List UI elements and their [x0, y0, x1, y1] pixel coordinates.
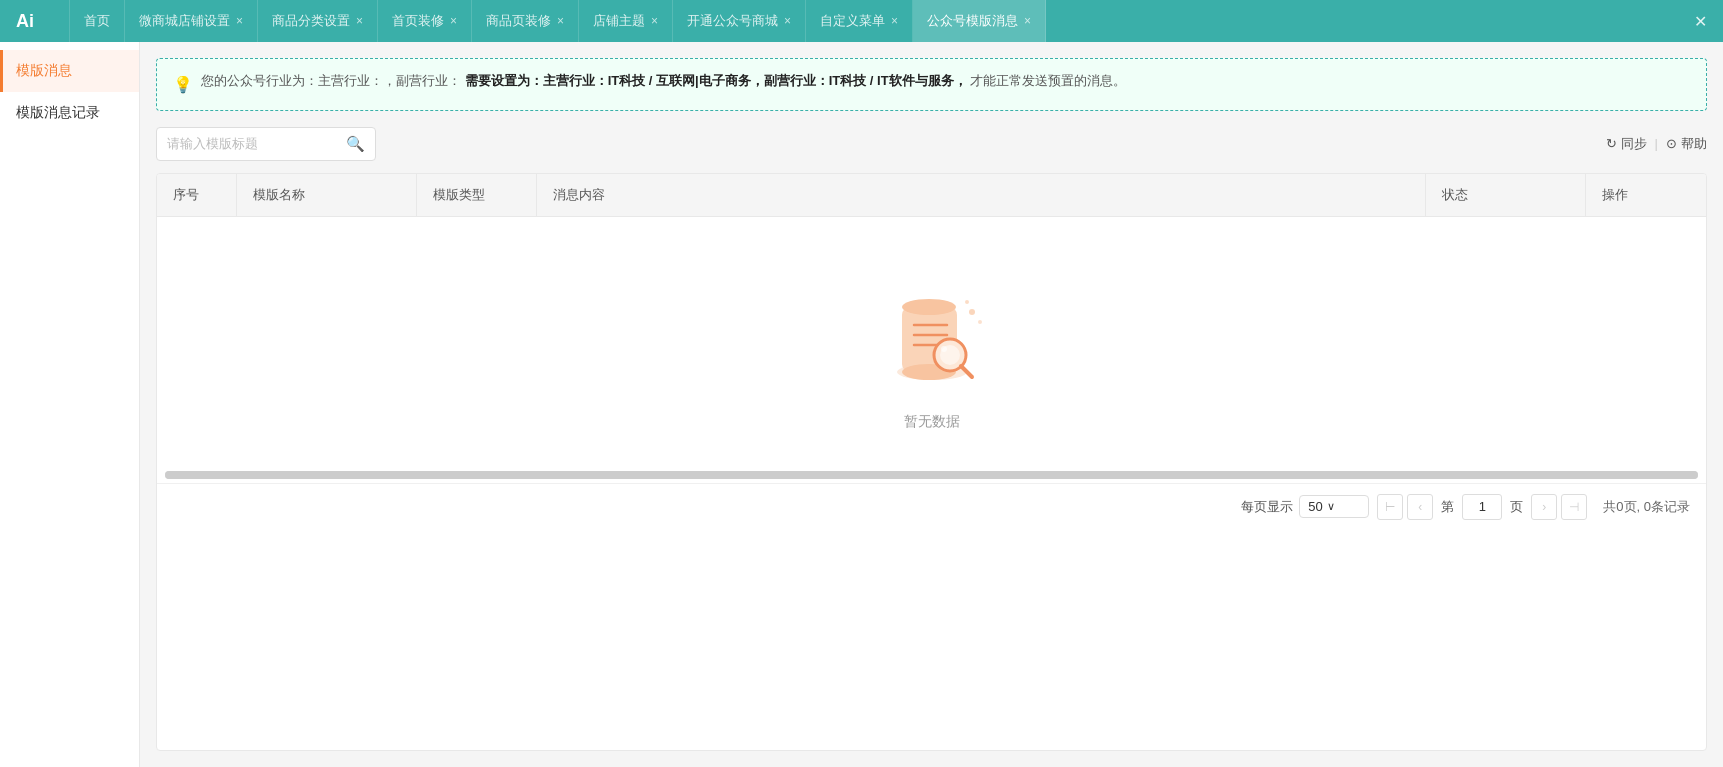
search-icon[interactable]: 🔍 — [346, 135, 365, 153]
sidebar-item-template-message[interactable]: 模版消息 — [0, 50, 139, 92]
table-container: 序号模版名称模版类型消息内容状态操作 — [156, 173, 1707, 751]
page-number-input[interactable] — [1462, 494, 1502, 520]
table-header-0: 序号 — [157, 174, 237, 216]
top-navigation: Ai 首页微商城店铺设置×商品分类设置×首页装修×商品页装修×店铺主题×开通公众… — [0, 0, 1723, 42]
scrollbar-thumb — [165, 471, 1698, 479]
sync-label: 同步 — [1621, 135, 1647, 153]
help-icon: ⊙ — [1666, 136, 1677, 151]
empty-text: 暂无数据 — [904, 413, 960, 431]
brand-logo: Ai — [0, 0, 70, 42]
toolbar-row: 🔍 ↻ 同步 | ⊙ 帮助 — [156, 127, 1707, 161]
horizontal-scrollbar[interactable] — [165, 471, 1698, 479]
tab-close-templatemsg[interactable]: × — [1024, 14, 1031, 28]
notice-text: 您的公众号行业为：主营行业：，副营行业： 需要设置为：主营行业：IT科技 / 互… — [201, 71, 1126, 92]
tab-close-category[interactable]: × — [356, 14, 363, 28]
toolbar-divider: | — [1655, 136, 1658, 151]
empty-illustration — [872, 277, 992, 397]
page-size-dropdown[interactable]: 50 ∨ — [1299, 495, 1369, 518]
pagination-row: 每页显示 50 ∨ ⊢ ‹ 第 页 › ⊣ 共0页, 0条记录 — [157, 483, 1706, 530]
notice-icon: 💡 — [173, 72, 193, 98]
tab-close-custommenu[interactable]: × — [891, 14, 898, 28]
tab-templatemsg[interactable]: 公众号模版消息 × — [913, 0, 1046, 42]
next-page-button[interactable]: › — [1531, 494, 1557, 520]
close-all-button[interactable]: ✕ — [1678, 0, 1723, 42]
tab-close-weshop[interactable]: × — [236, 14, 243, 28]
sidebar-items: 模版消息模版消息记录 — [0, 50, 139, 134]
tab-close-theme[interactable]: × — [651, 14, 658, 28]
notice-banner: 💡 您的公众号行业为：主营行业：，副营行业： 需要设置为：主营行业：IT科技 /… — [156, 58, 1707, 111]
tab-label-theme: 店铺主题 — [593, 12, 645, 30]
sync-button[interactable]: ↻ 同步 — [1606, 135, 1647, 153]
tab-weshop[interactable]: 微商城店铺设置 × — [125, 0, 258, 42]
tab-mall[interactable]: 开通公众号商城 × — [673, 0, 806, 42]
tab-label-homepage: 首页装修 — [392, 12, 444, 30]
content-area: 💡 您的公众号行业为：主营行业：，副营行业： 需要设置为：主营行业：IT科技 /… — [140, 42, 1723, 767]
tab-label-productpage: 商品页装修 — [486, 12, 551, 30]
tab-close-productpage[interactable]: × — [557, 14, 564, 28]
page-total: 共0页, 0条记录 — [1603, 498, 1690, 516]
tab-close-homepage[interactable]: × — [450, 14, 457, 28]
svg-point-10 — [941, 346, 947, 352]
page-size-value: 50 — [1308, 499, 1322, 514]
tab-label-templatemsg: 公众号模版消息 — [927, 12, 1018, 30]
page-word: 第 — [1441, 498, 1454, 516]
tab-productpage[interactable]: 商品页装修 × — [472, 0, 579, 42]
svg-point-11 — [969, 309, 975, 315]
svg-point-13 — [965, 300, 969, 304]
table-header-3: 消息内容 — [537, 174, 1426, 216]
search-input[interactable] — [167, 136, 346, 151]
notice-suffix: 才能正常发送预置的消息。 — [970, 73, 1126, 88]
sync-icon: ↻ — [1606, 136, 1617, 151]
sidebar-item-template-record[interactable]: 模版消息记录 — [0, 92, 139, 134]
tab-label-weshop: 微商城店铺设置 — [139, 12, 230, 30]
page-size-label: 每页显示 — [1241, 498, 1293, 516]
notice-prefix: 您的公众号行业为：主营行业：，副营行业： — [201, 73, 461, 88]
page-end: 页 — [1510, 498, 1523, 516]
sidebar: 模版消息模版消息记录 — [0, 42, 140, 767]
help-label: 帮助 — [1681, 135, 1707, 153]
chevron-down-icon: ∨ — [1327, 500, 1335, 513]
tab-homepage[interactable]: 首页装修 × — [378, 0, 472, 42]
svg-point-12 — [978, 320, 982, 324]
prev-page-button[interactable]: ‹ — [1407, 494, 1433, 520]
tab-close-mall[interactable]: × — [784, 14, 791, 28]
toolbar-right: ↻ 同步 | ⊙ 帮助 — [1606, 135, 1707, 153]
table-header-5: 操作 — [1586, 174, 1706, 216]
table-header-1: 模版名称 — [237, 174, 417, 216]
tab-home[interactable]: 首页 — [70, 0, 125, 42]
tab-label-mall: 开通公众号商城 — [687, 12, 778, 30]
tab-category[interactable]: 商品分类设置 × — [258, 0, 378, 42]
empty-state: 暂无数据 — [157, 217, 1706, 471]
tab-theme[interactable]: 店铺主题 × — [579, 0, 673, 42]
tab-custommenu[interactable]: 自定义菜单 × — [806, 0, 913, 42]
tab-label-home: 首页 — [84, 12, 110, 30]
brand-text: Ai — [16, 11, 34, 32]
notice-highlight: 需要设置为：主营行业：IT科技 / 互联网|电子商务，副营行业：IT科技 / I… — [465, 73, 967, 88]
tabs-container: 首页微商城店铺设置×商品分类设置×首页装修×商品页装修×店铺主题×开通公众号商城… — [70, 0, 1678, 42]
table-header-4: 状态 — [1426, 174, 1586, 216]
page-navigation: ⊢ ‹ 第 页 › ⊣ — [1377, 494, 1587, 520]
table-header: 序号模版名称模版类型消息内容状态操作 — [157, 174, 1706, 217]
last-page-button[interactable]: ⊣ — [1561, 494, 1587, 520]
page-size-select: 每页显示 50 ∨ — [1241, 495, 1369, 518]
table-header-2: 模版类型 — [417, 174, 537, 216]
tab-label-custommenu: 自定义菜单 — [820, 12, 885, 30]
search-box: 🔍 — [156, 127, 376, 161]
first-page-button[interactable]: ⊢ — [1377, 494, 1403, 520]
help-button[interactable]: ⊙ 帮助 — [1666, 135, 1707, 153]
main-layout: 模版消息模版消息记录 💡 您的公众号行业为：主营行业：，副营行业： 需要设置为：… — [0, 42, 1723, 767]
svg-point-2 — [902, 299, 956, 315]
tab-label-category: 商品分类设置 — [272, 12, 350, 30]
